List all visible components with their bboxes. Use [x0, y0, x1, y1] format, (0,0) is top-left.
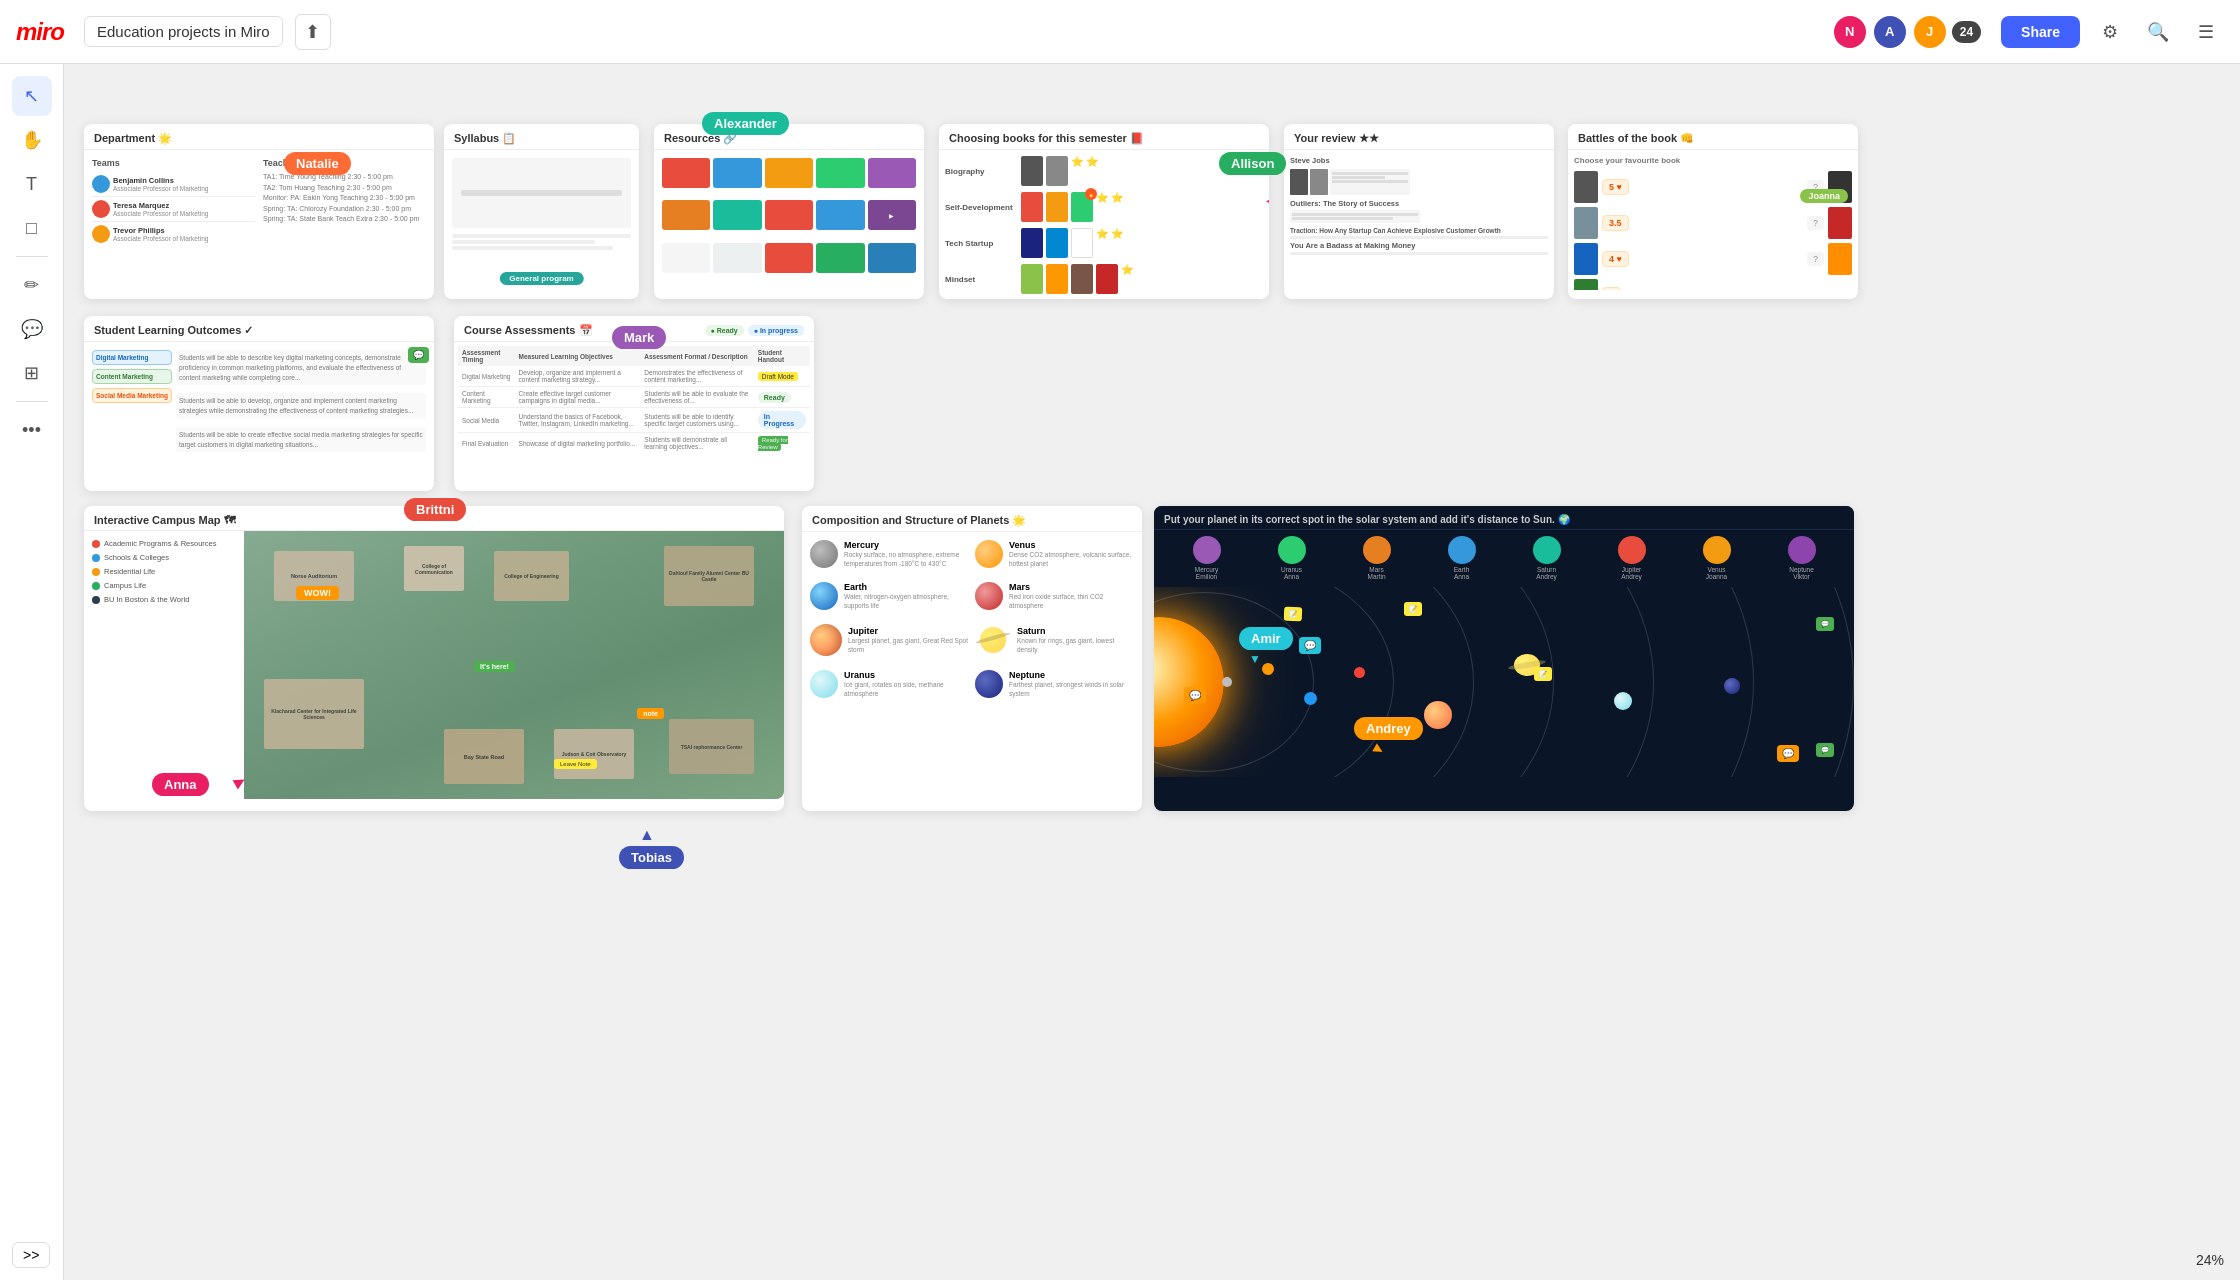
planet-mars: Mars Red iron oxide surface, thin CO2 at…: [975, 582, 1134, 610]
cursor-andrey-arrow: ▶: [1371, 741, 1386, 758]
toolbar-divider-2: [16, 401, 48, 402]
search-icon[interactable]: 🔍: [2140, 14, 2176, 50]
avatar-2: A: [1872, 14, 1908, 50]
sticky-tool[interactable]: □: [12, 208, 52, 248]
comment-tool[interactable]: 💬: [12, 309, 52, 349]
hand-tool[interactable]: ✋: [12, 120, 52, 160]
sun: [1154, 617, 1224, 747]
expand-button[interactable]: >>: [12, 1242, 50, 1268]
frame-tool[interactable]: ⊞: [12, 353, 52, 393]
menu-icon[interactable]: ☰: [2188, 14, 2224, 50]
planet-venus-solar: [1262, 663, 1274, 675]
cursor-amir-solar: Amir: [1239, 627, 1293, 650]
chat-bubble-andrey-2: 💬: [1777, 745, 1799, 762]
sticky-solar-5: 💬: [1816, 743, 1834, 757]
share-button[interactable]: Share: [2001, 16, 2080, 48]
card-your-review: Your review ★★ Steve Jobs Outliers: The …: [1284, 124, 1554, 299]
card-syllabus: Syllabus 📋 General program: [444, 124, 639, 299]
cursor-joanna-label: Joanna: [1800, 189, 1848, 203]
general-program-tag: General program: [499, 272, 583, 285]
sticky-solar-3: 📝: [1534, 667, 1552, 681]
avatar-3: J: [1912, 14, 1948, 50]
zoom-level: 24%: [2196, 1252, 2224, 1268]
collaborators-bar: N A J 24: [1832, 14, 1981, 50]
cursor-alexander: Alexander: [702, 112, 789, 135]
card-battles-title: Battles of the book 👊: [1568, 124, 1858, 150]
app-logo: miro: [16, 18, 64, 46]
planet-neptune-solar: [1724, 678, 1740, 694]
wow-sticky: WOW!: [296, 586, 339, 600]
planet-mercury: Mercury Rocky surface, no atmosphere, ex…: [810, 540, 969, 568]
chat-bubble-andrey-1: 💬: [1184, 687, 1206, 704]
card-resources: Resources 🔗 ▶: [654, 124, 924, 299]
cursor-amir-solar-arrow: ▼: [1249, 652, 1261, 666]
sticky-note-3: Leave Note: [554, 759, 597, 769]
card-slo-title: Student Learning Outcomes ✓: [84, 316, 434, 342]
planet-saturn: Saturn Known for rings, gas giant, lowes…: [975, 624, 1134, 656]
planet-uranus-solar: [1614, 692, 1632, 710]
card-choosing-title: Choosing books for this semester 📕: [939, 124, 1269, 150]
filter-icon[interactable]: ⚙: [2092, 14, 2128, 50]
cursor-tobias-arrow: ▲: [639, 826, 655, 844]
cursor-anna: Anna: [152, 773, 209, 796]
planet-jupiter-solar: [1424, 701, 1452, 729]
select-tool[interactable]: ↖: [12, 76, 52, 116]
sticky-note-2: note: [637, 708, 664, 719]
planet-neptune: Neptune Farthest planet, strongest winds…: [975, 670, 1134, 698]
avatar-1: N: [1832, 14, 1868, 50]
cursor-tobias: Tobias: [619, 846, 684, 869]
cursor-brittni: Brittni: [404, 498, 466, 521]
sticky-solar-2: 📝: [1404, 602, 1422, 616]
left-toolbar: ↖ ✋ T □ ✏ 💬 ⊞ •••: [0, 64, 64, 1280]
card-campus-map: Interactive Campus Map 🗺 Academic Progra…: [84, 506, 784, 811]
card-planets-title: Composition and Structure of Planets 🌟: [802, 506, 1142, 532]
card-resources-title: Resources 🔗: [654, 124, 924, 150]
cursor-mark: Mark: [612, 326, 666, 349]
sticky-note-1: It's here!: [474, 661, 515, 672]
more-tools[interactable]: •••: [12, 410, 52, 450]
toolbar-divider-1: [16, 256, 48, 257]
card-planets: Composition and Structure of Planets 🌟 M…: [802, 506, 1142, 811]
card-syllabus-title: Syllabus 📋: [444, 124, 639, 150]
card-choosing-books: Choosing books for this semester 📕 Amir …: [939, 124, 1269, 299]
cursor-andrey: Andrey: [1354, 717, 1423, 740]
cursor-natalie: Natalie: [284, 152, 351, 175]
chat-bubble-slo-card: 💬: [408, 347, 429, 363]
sticky-solar-4: 💬: [1816, 617, 1834, 631]
planet-mars-solar: [1354, 667, 1365, 678]
pen-tool[interactable]: ✏: [12, 265, 52, 305]
planet-mercury-solar: [1222, 677, 1232, 687]
card-battles: Battles of the book 👊 Choose your favour…: [1568, 124, 1858, 299]
card-department: Department 🌟 Teams Benjamin Collins Asso…: [84, 124, 434, 299]
card-solar-system: Put your planet in its correct spot in t…: [1154, 506, 1854, 811]
planet-jupiter: Jupiter Largest planet, gas giant, Great…: [810, 624, 969, 656]
collaborator-count: 24: [1952, 21, 1981, 43]
header: miro Education projects in Miro ⬆ N A J …: [0, 0, 2240, 64]
breadcrumb-title: Education projects in Miro: [84, 16, 283, 47]
canvas: Natalie ▲ Alexander ▼ Allison ▶ 💬 Depart…: [64, 64, 2240, 1280]
planet-earth: Earth Water, nitrogen-oxygen atmosphere,…: [810, 582, 969, 610]
planet-earth-solar: [1304, 692, 1317, 705]
card-solar-title: Put your planet in its correct spot in t…: [1154, 506, 1854, 530]
text-tool[interactable]: T: [12, 164, 52, 204]
card-department-title: Department 🌟: [84, 124, 434, 150]
planet-uranus: Uranus Ice giant, rotates on side, metha…: [810, 670, 969, 698]
cursor-allison: Allison: [1219, 152, 1286, 175]
card-slo: Student Learning Outcomes ✓ 💬 Digital Ma…: [84, 316, 434, 491]
card-review-title: Your review ★★: [1284, 124, 1554, 150]
upload-button[interactable]: ⬆: [295, 14, 331, 50]
chat-bubble-amir-solar: 💬: [1299, 637, 1321, 654]
cursor-amir-arrow: ◀: [1266, 192, 1269, 208]
sticky-solar-1: 📝: [1284, 607, 1302, 622]
planet-venus: Venus Dense CO2 atmosphere, volcanic sur…: [975, 540, 1134, 568]
